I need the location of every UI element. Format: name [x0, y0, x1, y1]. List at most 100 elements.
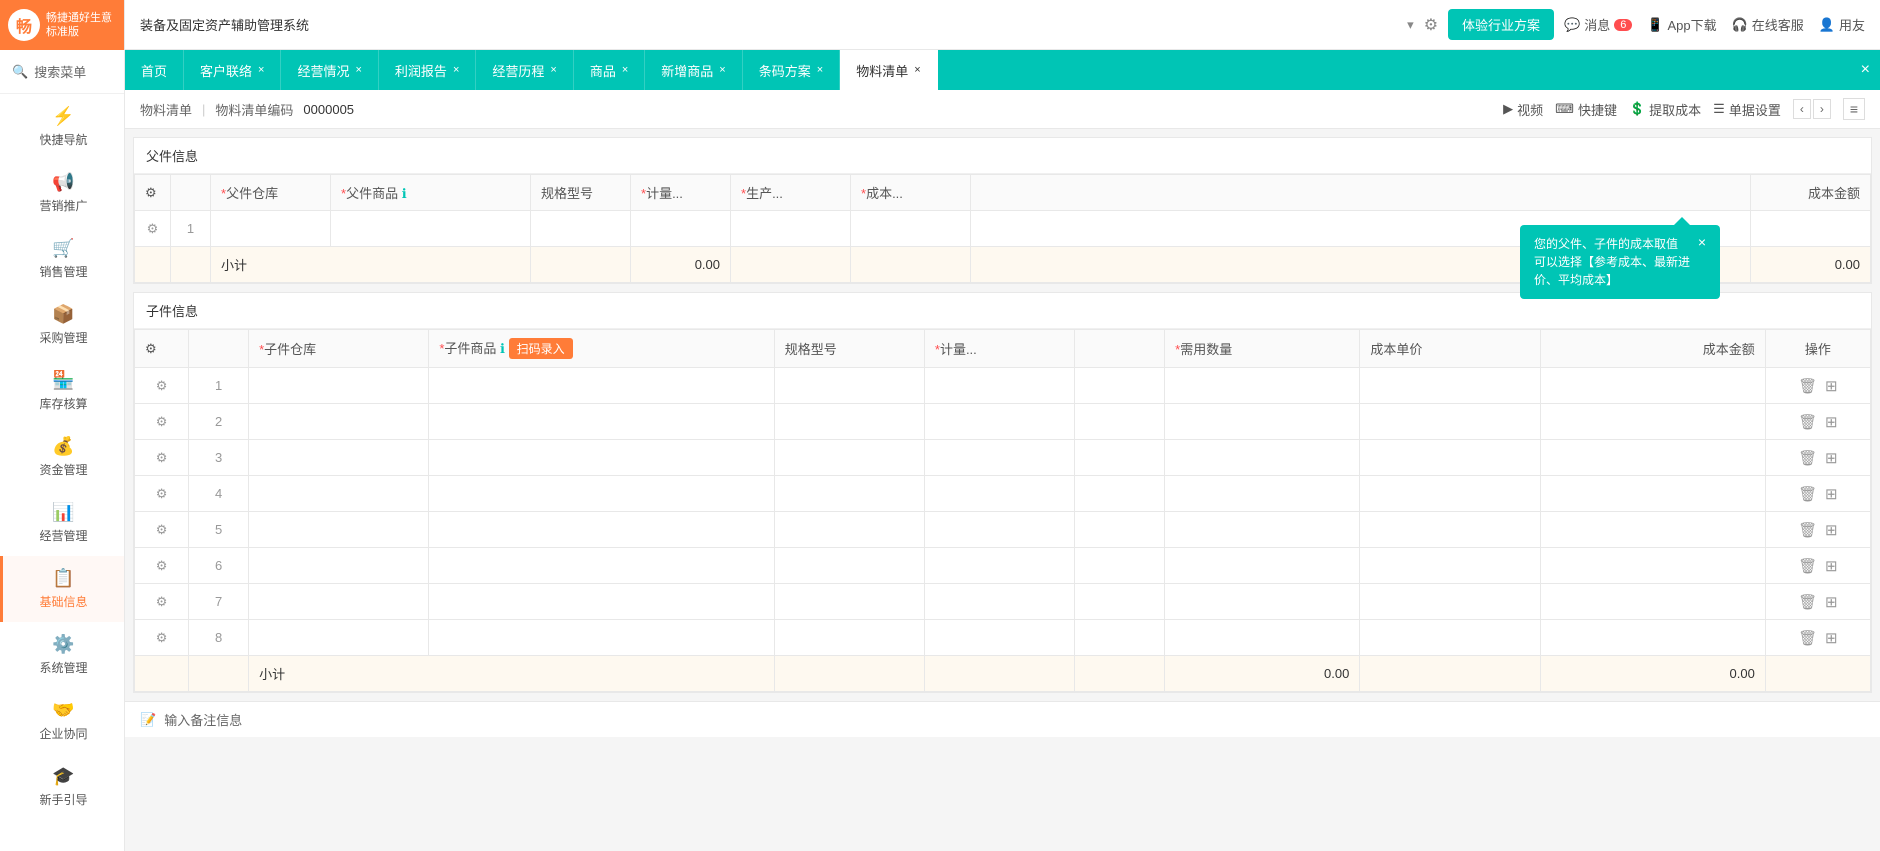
- copy-row-icon[interactable]: ⊞: [1825, 522, 1838, 539]
- delete-row-icon[interactable]: 🗑: [1798, 558, 1817, 575]
- child-table-row: ⚙ 1 🗑 ⊞: [135, 368, 1871, 404]
- sidebar-item-marketing[interactable]: 📢 营销推广: [0, 160, 124, 226]
- trial-button[interactable]: 体验行业方案: [1448, 9, 1554, 40]
- code-value: 0000005: [303, 102, 354, 117]
- sidebar-item-system[interactable]: ⚙️ 系统管理: [0, 622, 124, 688]
- copy-row-icon[interactable]: ⊞: [1825, 378, 1838, 395]
- sidebar-item-basic-info[interactable]: 📋 基础信息: [0, 556, 124, 622]
- child-row-settings-icon[interactable]: ⚙: [156, 522, 168, 537]
- extract-cost-action[interactable]: 💲 提取成本: [1629, 100, 1701, 119]
- tab-close-products[interactable]: ×: [622, 64, 628, 76]
- sidebar: 畅 畅捷通好生意 标准版 🔍 搜索菜单 ⚡ 快捷导航 📢 营销推广 🛒 销售管理…: [0, 0, 125, 851]
- basic-info-icon: 📋: [52, 568, 74, 589]
- logo-icon: 畅: [8, 9, 40, 41]
- sidebar-item-guide[interactable]: 🎓 新手引导: [0, 754, 124, 820]
- child-row-settings-icon[interactable]: ⚙: [156, 486, 168, 501]
- copy-row-icon[interactable]: ⊞: [1825, 414, 1838, 431]
- tab-history[interactable]: 经营历程 ×: [476, 50, 573, 90]
- copy-row-icon[interactable]: ⊞: [1825, 630, 1838, 647]
- scan-input-button[interactable]: 扫码录入: [509, 338, 573, 359]
- copy-row-icon[interactable]: ⊞: [1825, 594, 1838, 611]
- shortcut-icon: ⌨: [1555, 101, 1574, 117]
- message-icon: 💬: [1564, 17, 1580, 33]
- sidebar-logo: 畅 畅捷通好生意 标准版: [0, 0, 124, 50]
- sidebar-item-purchase[interactable]: 📦 采购管理: [0, 292, 124, 358]
- child-col-unit-cost: 成本单价: [1360, 330, 1540, 368]
- sidebar-item-sales[interactable]: 🛒 销售管理: [0, 226, 124, 292]
- delete-row-icon[interactable]: 🗑: [1798, 630, 1817, 647]
- tab-close-operations[interactable]: ×: [355, 64, 361, 76]
- tab-close-history[interactable]: ×: [550, 64, 556, 76]
- shortcut-action[interactable]: ⌨ 快捷键: [1555, 100, 1617, 119]
- tab-close-profit[interactable]: ×: [453, 64, 459, 76]
- operation-icon: 📊: [52, 502, 74, 523]
- child-row-settings-icon[interactable]: ⚙: [156, 450, 168, 465]
- title-dropdown-icon[interactable]: ▾: [1407, 17, 1414, 33]
- sidebar-item-enterprise[interactable]: 🤝 企业协同: [0, 688, 124, 754]
- tab-close-barcode[interactable]: ×: [817, 64, 823, 76]
- child-section: 子件信息 ⚙ *子件仓库 *子件商品 ℹ 扫码录入: [133, 292, 1872, 693]
- table-view-button[interactable]: ≡: [1843, 98, 1865, 120]
- child-row-settings-icon[interactable]: ⚙: [156, 630, 168, 645]
- quick-nav-icon: ⚡: [52, 106, 74, 127]
- note-hint[interactable]: 输入备注信息: [164, 710, 242, 729]
- online-service-action[interactable]: 🎧 在线客服: [1732, 15, 1804, 34]
- nav-prev-button[interactable]: ‹: [1793, 99, 1811, 119]
- tab-close-new-products[interactable]: ×: [719, 64, 725, 76]
- child-row-settings-icon[interactable]: ⚙: [156, 378, 168, 393]
- user-action[interactable]: 👤 用友: [1819, 15, 1865, 34]
- parent-col-num: [171, 175, 211, 211]
- row-settings-icon[interactable]: ⚙: [147, 221, 159, 236]
- tab-barcode[interactable]: 条码方案 ×: [743, 50, 840, 90]
- delete-row-icon[interactable]: 🗑: [1798, 414, 1817, 431]
- copy-row-icon[interactable]: ⊞: [1825, 450, 1838, 467]
- page-header: 物料清单 | 物料清单编码 0000005 ▶ 视频 ⌨ 快捷键 💲 提取成本 …: [125, 90, 1880, 129]
- nav-next-button[interactable]: ›: [1813, 99, 1831, 119]
- sidebar-item-quick-nav[interactable]: ⚡ 快捷导航: [0, 94, 124, 160]
- tab-new-products[interactable]: 新增商品 ×: [645, 50, 742, 90]
- child-col-settings-icon[interactable]: ⚙: [145, 341, 157, 356]
- delete-row-icon[interactable]: 🗑: [1798, 522, 1817, 539]
- app-icon: 📱: [1647, 17, 1663, 33]
- copy-row-icon[interactable]: ⊞: [1825, 558, 1838, 575]
- child-subtotal-row: 小计 0.00 0.00: [135, 656, 1871, 692]
- product-info-icon[interactable]: ℹ: [402, 186, 407, 201]
- child-col-cost-amount: 成本金额: [1540, 330, 1765, 368]
- tab-profit[interactable]: 利润报告 ×: [379, 50, 476, 90]
- search-button[interactable]: 🔍 搜索菜单: [8, 58, 116, 85]
- message-action[interactable]: 💬 消息 6: [1564, 15, 1632, 34]
- sidebar-item-operation[interactable]: 📊 经营管理: [0, 490, 124, 556]
- sales-icon: 🛒: [52, 238, 74, 259]
- sidebar-search[interactable]: 🔍 搜索菜单: [0, 50, 124, 94]
- sidebar-item-finance[interactable]: 💰 资金管理: [0, 424, 124, 490]
- settings-icon[interactable]: ⚙: [1424, 15, 1438, 35]
- child-table-row: ⚙ 8 🗑 ⊞: [135, 620, 1871, 656]
- parent-col-spacer: [971, 175, 1751, 211]
- tab-close-customers[interactable]: ×: [258, 64, 264, 76]
- tooltip-close-button[interactable]: ×: [1698, 235, 1706, 249]
- tab-operations[interactable]: 经营情况 ×: [281, 50, 378, 90]
- tab-bom[interactable]: 物料清单 ×: [840, 50, 937, 90]
- copy-row-icon[interactable]: ⊞: [1825, 486, 1838, 503]
- child-row-settings-icon[interactable]: ⚙: [156, 594, 168, 609]
- col-settings-icon[interactable]: ⚙: [145, 185, 157, 200]
- tab-customers[interactable]: 客户联络 ×: [184, 50, 281, 90]
- tab-products[interactable]: 商品 ×: [574, 50, 645, 90]
- tab-home[interactable]: 首页: [125, 50, 184, 90]
- delete-row-icon[interactable]: 🗑: [1798, 450, 1817, 467]
- nav-close-all-button[interactable]: ×: [1851, 61, 1880, 79]
- tab-close-bom[interactable]: ×: [914, 64, 920, 76]
- child-row-settings-icon[interactable]: ⚙: [156, 414, 168, 429]
- app-download-action[interactable]: 📱 App下载: [1647, 15, 1716, 34]
- child-row-settings-icon[interactable]: ⚙: [156, 558, 168, 573]
- sidebar-item-inventory[interactable]: 🏪 库存核算: [0, 358, 124, 424]
- service-icon: 🎧: [1732, 17, 1748, 33]
- view-action[interactable]: ▶ 视频: [1503, 100, 1543, 119]
- delete-row-icon[interactable]: 🗑: [1798, 486, 1817, 503]
- single-settings-action[interactable]: ☰ 单据设置: [1713, 100, 1781, 119]
- delete-row-icon[interactable]: 🗑: [1798, 594, 1817, 611]
- delete-row-icon[interactable]: 🗑: [1798, 378, 1817, 395]
- extract-cost-icon: 💲: [1629, 101, 1645, 117]
- topbar-actions: 💬 消息 6 📱 App下载 🎧 在线客服 👤 用友: [1564, 15, 1865, 34]
- child-product-info-icon[interactable]: ℹ: [500, 341, 505, 356]
